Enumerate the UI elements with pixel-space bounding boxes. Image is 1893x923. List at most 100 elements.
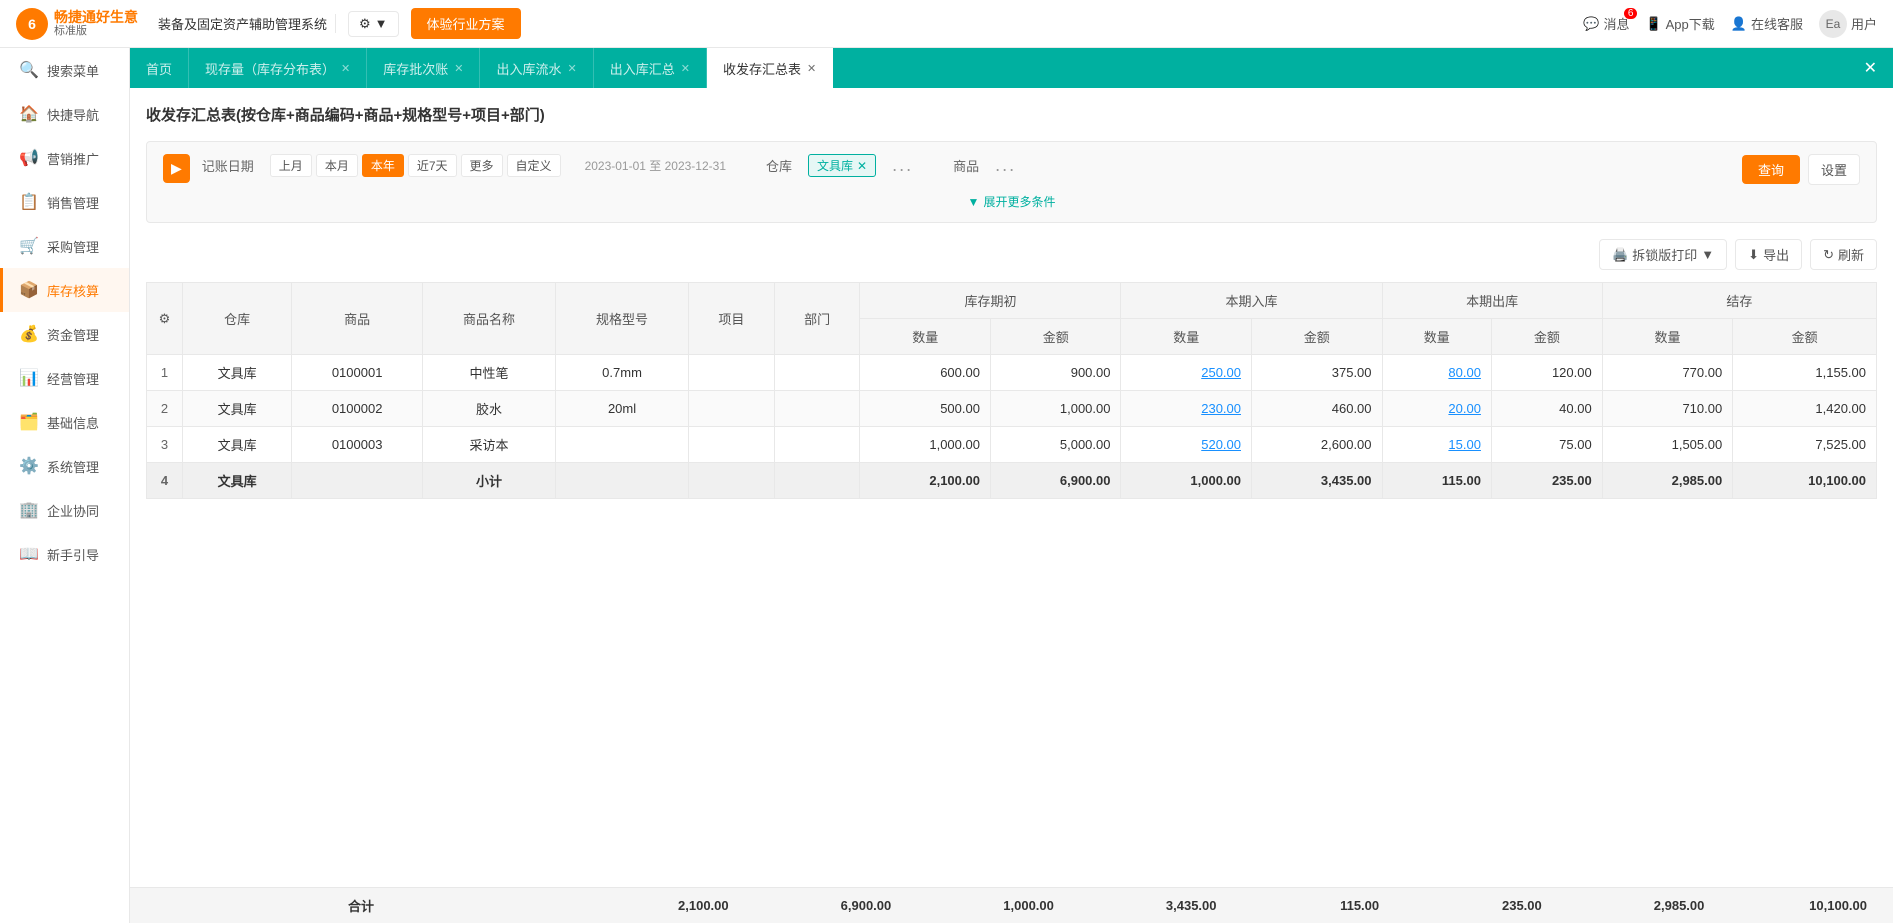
row-dept bbox=[774, 355, 860, 391]
sidebar-item-operations[interactable]: 📊 经营管理 bbox=[0, 356, 129, 400]
filter-area: ▶ 记账日期 上月 本月 本年 近7天 更多 自定义 bbox=[146, 141, 1877, 223]
logo-icon: 6 bbox=[16, 8, 48, 40]
row-name: 胶水 bbox=[422, 391, 555, 427]
tab-close-receive-summary[interactable]: ✕ bbox=[807, 62, 816, 75]
sidebar-item-search[interactable]: 🔍 搜索菜单 bbox=[0, 48, 129, 92]
sidebar-label-inventory: 库存核算 bbox=[47, 281, 99, 300]
row-dept bbox=[774, 391, 860, 427]
row-code: 0100001 bbox=[292, 355, 423, 391]
row-in-amt: 375.00 bbox=[1252, 355, 1383, 391]
sidebar-item-system[interactable]: ⚙️ 系统管理 bbox=[0, 444, 129, 488]
footer-out-qty: 115.00 bbox=[1227, 898, 1390, 913]
table-row: 1 文具库 0100001 中性笔 0.7mm 600.00 900.00 25… bbox=[147, 355, 1877, 391]
goods-more[interactable]: ... bbox=[995, 155, 1016, 176]
expand-more-conditions[interactable]: ▼ 展开更多条件 bbox=[968, 193, 1056, 210]
row-in-amt: 2,600.00 bbox=[1252, 427, 1383, 463]
sidebar-item-finance[interactable]: 💰 资金管理 bbox=[0, 312, 129, 356]
date-btn-more[interactable]: 更多 bbox=[461, 154, 503, 177]
row-no: 3 bbox=[147, 427, 183, 463]
row-warehouse: 文具库 bbox=[183, 391, 292, 427]
sidebar-label-sales: 销售管理 bbox=[47, 193, 99, 212]
sidebar: 🔍 搜索菜单 🏠 快捷导航 📢 营销推广 📋 销售管理 🛒 采购管理 📦 bbox=[0, 48, 130, 923]
date-filter-label: 记账日期 bbox=[202, 156, 254, 175]
row-opening-amt: 900.00 bbox=[990, 355, 1121, 391]
row-in-qty[interactable]: 250.00 bbox=[1121, 355, 1252, 391]
date-btn-custom[interactable]: 自定义 bbox=[507, 154, 561, 177]
sidebar-label-marketing: 营销推广 bbox=[47, 149, 99, 168]
settings-button[interactable]: 设置 bbox=[1808, 154, 1860, 185]
row-spec bbox=[556, 463, 689, 499]
search-icon: 🔍 bbox=[19, 60, 39, 80]
message-badge: 6 bbox=[1624, 8, 1638, 19]
row-opening-amt: 1,000.00 bbox=[990, 391, 1121, 427]
sidebar-item-purchase[interactable]: 🛒 采购管理 bbox=[0, 224, 129, 268]
tab-inventory-dist[interactable]: 现存量（库存分布表） ✕ bbox=[189, 48, 367, 88]
tab-receive-summary[interactable]: 收发存汇总表 ✕ bbox=[707, 48, 833, 88]
refresh-button[interactable]: ↻ 刷新 bbox=[1810, 239, 1877, 270]
system-name: 装备及固定资产辅助管理系统 bbox=[150, 14, 336, 33]
date-btn-this-month[interactable]: 本月 bbox=[316, 154, 358, 177]
print-icon: 🖨️ bbox=[1612, 247, 1628, 263]
sidebar-label-purchase: 采购管理 bbox=[47, 237, 99, 256]
tab-home[interactable]: 首页 bbox=[130, 48, 189, 88]
in-amt-header: 金额 bbox=[1252, 319, 1383, 355]
sidebar-item-sales[interactable]: 📋 销售管理 bbox=[0, 180, 129, 224]
row-in-amt: 460.00 bbox=[1252, 391, 1383, 427]
phone-icon: 📱 bbox=[1645, 16, 1661, 32]
tab-close-inout-flow[interactable]: ✕ bbox=[568, 62, 577, 75]
sidebar-item-newbie[interactable]: 📖 新手引导 bbox=[0, 532, 129, 576]
sidebar-item-quick[interactable]: 🏠 快捷导航 bbox=[0, 92, 129, 136]
table-settings-header[interactable]: ⚙ bbox=[147, 283, 183, 355]
footer-opening-qty: 2,100.00 bbox=[576, 898, 739, 913]
row-in-qty[interactable]: 230.00 bbox=[1121, 391, 1252, 427]
sidebar-item-marketing[interactable]: 📢 营销推广 bbox=[0, 136, 129, 180]
date-btn-last-month[interactable]: 上月 bbox=[270, 154, 312, 177]
sidebar-item-enterprise[interactable]: 🏢 企业协同 bbox=[0, 488, 129, 532]
balance-group-header: 结存 bbox=[1602, 283, 1876, 319]
content-area: 首页 现存量（库存分布表） ✕ 库存批次账 ✕ 出入库流水 ✕ 出入库汇总 ✕ bbox=[130, 48, 1893, 923]
footer-balance-qty: 2,985.00 bbox=[1552, 898, 1715, 913]
sidebar-item-inventory[interactable]: 📦 库存核算 bbox=[0, 268, 129, 312]
filter-expand-arrow[interactable]: ▶ bbox=[163, 154, 190, 183]
tab-batch[interactable]: 库存批次账 ✕ bbox=[367, 48, 480, 88]
tab-close-batch[interactable]: ✕ bbox=[454, 62, 463, 75]
tab-inout-summary[interactable]: 出入库汇总 ✕ bbox=[594, 48, 707, 88]
sidebar-label-system: 系统管理 bbox=[47, 457, 99, 476]
row-balance-qty: 770.00 bbox=[1602, 355, 1733, 391]
warehouse-more[interactable]: ... bbox=[892, 155, 913, 176]
row-out-qty[interactable]: 80.00 bbox=[1382, 355, 1491, 391]
query-button[interactable]: 查询 bbox=[1742, 155, 1800, 184]
refresh-label: 刷新 bbox=[1838, 245, 1864, 264]
tab-bar-close[interactable]: ✕ bbox=[1848, 58, 1893, 78]
message-button[interactable]: 💬 消息 6 bbox=[1583, 14, 1629, 33]
online-service-button[interactable]: 👤 在线客服 bbox=[1731, 14, 1803, 33]
finance-icon: 💰 bbox=[19, 324, 39, 344]
warehouse-column-header: 仓库 bbox=[183, 283, 292, 355]
warehouse-remove-icon[interactable]: ✕ bbox=[857, 159, 867, 173]
app-download-button[interactable]: 📱 App下载 bbox=[1645, 14, 1714, 33]
date-shortcuts: 上月 本月 本年 近7天 更多 自定义 bbox=[270, 154, 561, 177]
date-btn-this-year[interactable]: 本年 bbox=[362, 154, 404, 177]
row-out-qty: 115.00 bbox=[1382, 463, 1491, 499]
row-opening-qty: 500.00 bbox=[860, 391, 991, 427]
out-qty-header: 数量 bbox=[1382, 319, 1491, 355]
export-button[interactable]: ⬇ 导出 bbox=[1735, 239, 1802, 270]
code-column-header: 商品 bbox=[292, 283, 423, 355]
tab-inout-flow[interactable]: 出入库流水 ✕ bbox=[480, 48, 593, 88]
user-avatar: Ea bbox=[1819, 10, 1847, 38]
date-btn-7days[interactable]: 近7天 bbox=[408, 154, 457, 177]
print-button[interactable]: 🖨️ 拆锁版打印 ▼ bbox=[1599, 239, 1727, 270]
system-selector[interactable]: ⚙ ▼ bbox=[348, 11, 399, 37]
user-menu[interactable]: Ea 用户 bbox=[1819, 10, 1877, 38]
sidebar-item-basic[interactable]: 🗂️ 基础信息 bbox=[0, 400, 129, 444]
row-in-qty[interactable]: 520.00 bbox=[1121, 427, 1252, 463]
row-code: 0100003 bbox=[292, 427, 423, 463]
tab-close-inventory-dist[interactable]: ✕ bbox=[341, 62, 350, 75]
experience-button[interactable]: 体验行业方案 bbox=[411, 8, 521, 39]
row-out-qty[interactable]: 20.00 bbox=[1382, 391, 1491, 427]
row-out-qty[interactable]: 15.00 bbox=[1382, 427, 1491, 463]
tab-close-inout-summary[interactable]: ✕ bbox=[681, 62, 690, 75]
row-name: 中性笔 bbox=[422, 355, 555, 391]
date-range-label: 2023-01-01 至 2023-12-31 bbox=[585, 157, 726, 174]
footer-bar: 合计 2,100.00 6,900.00 1,000.00 3,435.00 1… bbox=[130, 887, 1893, 923]
